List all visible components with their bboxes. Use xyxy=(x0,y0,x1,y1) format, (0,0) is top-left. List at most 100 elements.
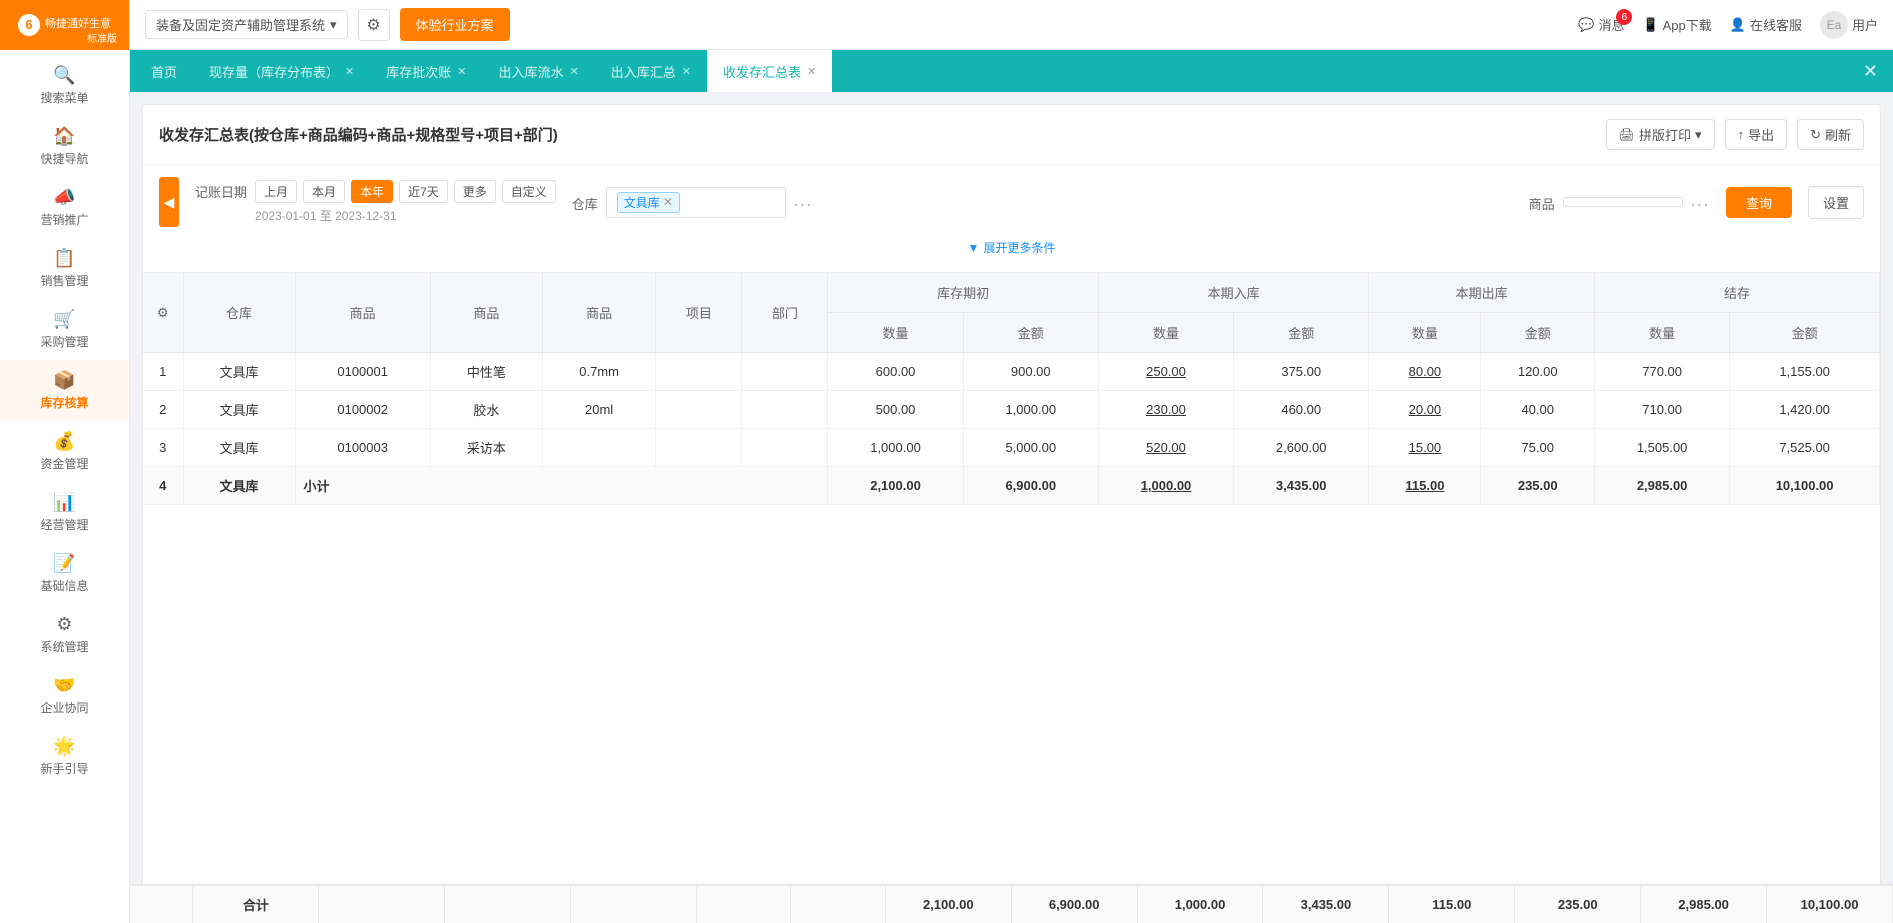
th-settings[interactable]: ⚙ xyxy=(143,273,183,353)
tab-home[interactable]: 首页 xyxy=(135,50,193,92)
message-button[interactable]: 💬 消息 6 xyxy=(1578,15,1624,34)
warehouse-filter-label: 仓库 xyxy=(572,192,598,213)
row-out-qty[interactable]: 20.00 xyxy=(1369,391,1481,429)
sidebar-item-label: 基础信息 xyxy=(40,577,88,594)
sidebar-item-business[interactable]: 📊 经营管理 xyxy=(0,482,129,543)
date-btn-custom[interactable]: 自定义 xyxy=(502,180,556,203)
app-download-label: App下载 xyxy=(1663,15,1712,34)
table-footer: 合计 2,100.00 6,900.00 1,000.00 3,435.00 1… xyxy=(130,884,1893,923)
sidebar-item-sales[interactable]: 📋 销售管理 xyxy=(0,238,129,299)
user-button[interactable]: Ea 用户 xyxy=(1820,11,1878,39)
row-name: 胶水 xyxy=(430,391,542,429)
filter-row-main: ◀ 记账日期 上月 本月 本年 近7天 更多 自定义 2023-01-01 至 … xyxy=(159,177,1864,227)
refresh-button[interactable]: ↻ 刷新 xyxy=(1797,119,1864,150)
sidebar-item-basic[interactable]: 📝 基础信息 xyxy=(0,543,129,604)
gear-button[interactable]: ⚙ xyxy=(358,9,390,41)
th-name: 商品 xyxy=(430,273,542,353)
subtotal-out-qty[interactable]: 115.00 xyxy=(1369,467,1481,505)
filter-toggle-button[interactable]: ◀ xyxy=(159,177,179,227)
row-in-qty[interactable]: 250.00 xyxy=(1098,353,1233,391)
tab-inout-flow[interactable]: 出入库流水 ✕ xyxy=(482,50,594,92)
date-btn-last-month[interactable]: 上月 xyxy=(255,180,297,203)
page-header: 收发存汇总表(按仓库+商品编码+商品+规格型号+项目+部门) 🖨 拼版打印 ▾ … xyxy=(143,105,1880,165)
row-out-amt: 75.00 xyxy=(1481,429,1595,467)
date-btn-7days[interactable]: 近7天 xyxy=(399,180,448,203)
business-icon: 📊 xyxy=(53,492,75,513)
tab-inout-summary[interactable]: 出入库汇总 ✕ xyxy=(595,50,707,92)
date-btn-this-year[interactable]: 本年 xyxy=(351,180,393,203)
warehouse-more-dots[interactable]: ... xyxy=(794,193,813,211)
inventory-icon: 📦 xyxy=(53,370,75,391)
th-bal-qty: 数量 xyxy=(1595,313,1730,353)
row-bal-amt: 7,525.00 xyxy=(1730,429,1880,467)
newbie-icon: 🌟 xyxy=(53,736,75,757)
row-index: 1 xyxy=(143,353,183,391)
subtotal-index: 4 xyxy=(143,467,183,505)
footer-total-out-qty: 115.00 xyxy=(1389,886,1515,923)
tab-recv-send[interactable]: 收发存汇总表 ✕ xyxy=(707,50,832,92)
row-out-qty[interactable]: 15.00 xyxy=(1369,429,1481,467)
sidebar-item-finance[interactable]: 💰 资金管理 xyxy=(0,421,129,482)
row-init-amt: 900.00 xyxy=(963,353,1098,391)
sidebar-item-search[interactable]: 🔍 搜索菜单 xyxy=(0,55,129,116)
tab-inout-summary-close[interactable]: ✕ xyxy=(682,65,691,78)
tab-batch-close[interactable]: ✕ xyxy=(457,65,466,78)
sidebar-item-corp[interactable]: 🤝 企业协同 xyxy=(0,665,129,726)
row-init-qty: 500.00 xyxy=(828,391,963,429)
system-title-dropdown[interactable]: 装备及固定资产辅助管理系统 ▾ xyxy=(145,10,348,39)
expand-more-filters-button[interactable]: ▼ 展开更多条件 xyxy=(968,235,1056,260)
row-in-qty[interactable]: 230.00 xyxy=(1098,391,1233,429)
row-out-qty[interactable]: 80.00 xyxy=(1369,353,1481,391)
row-in-amt: 375.00 xyxy=(1234,353,1369,391)
sidebar-item-newbie[interactable]: 🌟 新手引导 xyxy=(0,726,129,787)
sidebar-item-marketing[interactable]: 📣 营销推广 xyxy=(0,177,129,238)
export-button[interactable]: ↑ 导出 xyxy=(1725,119,1788,150)
warehouse-filter: 仓库 文具库 ✕ ... xyxy=(572,187,1513,218)
try-button[interactable]: 体验行业方案 xyxy=(400,8,510,41)
search-button[interactable]: 查询 xyxy=(1726,187,1792,218)
tab-stock-dist-label: 现存量（库存分布表） xyxy=(209,62,339,81)
sidebar-item-system[interactable]: ⚙ 系统管理 xyxy=(0,604,129,665)
warehouse-input[interactable]: 文具库 ✕ xyxy=(606,187,786,218)
filter-setting-button[interactable]: 设置 xyxy=(1808,186,1864,219)
warehouse-tag[interactable]: 文具库 ✕ xyxy=(617,192,680,213)
subtotal-warehouse: 文具库 xyxy=(183,467,295,505)
subtotal-in-qty[interactable]: 1,000.00 xyxy=(1098,467,1233,505)
th-bal-amt: 金额 xyxy=(1730,313,1880,353)
print-button[interactable]: 🖨 拼版打印 ▾ xyxy=(1606,119,1715,150)
goods-more-dots[interactable]: ... xyxy=(1691,193,1710,211)
goods-input[interactable] xyxy=(1563,197,1683,207)
app-download-button[interactable]: 📱 App下载 xyxy=(1642,15,1711,34)
row-out-amt: 120.00 xyxy=(1481,353,1595,391)
row-bal-qty: 1,505.00 xyxy=(1595,429,1730,467)
tab-recv-send-close[interactable]: ✕ xyxy=(807,65,816,78)
footer-empty5 xyxy=(697,886,791,923)
filter-area: ◀ 记账日期 上月 本月 本年 近7天 更多 自定义 2023-01-01 至 … xyxy=(143,165,1880,273)
sidebar-item-label: 搜索菜单 xyxy=(40,89,88,106)
sidebar-item-quick-nav[interactable]: 🏠 快捷导航 xyxy=(0,116,129,177)
row-bal-amt: 1,420.00 xyxy=(1730,391,1880,429)
search-icon: 🔍 xyxy=(53,65,75,86)
user-label: 用户 xyxy=(1852,15,1878,34)
subtotal-row: 4 文具库 小计 2,100.00 6,900.00 1,000.00 3,43… xyxy=(143,467,1880,505)
row-project xyxy=(656,429,742,467)
purchase-icon: 🛒 xyxy=(53,309,75,330)
row-dept xyxy=(742,429,828,467)
row-in-qty[interactable]: 520.00 xyxy=(1098,429,1233,467)
warehouse-tag-close[interactable]: ✕ xyxy=(663,195,673,209)
close-all-tabs-button[interactable]: ✕ xyxy=(1853,61,1888,82)
row-init-amt: 1,000.00 xyxy=(963,391,1098,429)
date-btn-more[interactable]: 更多 xyxy=(454,180,496,203)
message-badge: 6 xyxy=(1616,9,1632,25)
tab-inout-flow-close[interactable]: ✕ xyxy=(570,65,579,78)
subtotal-in-amt: 3,435.00 xyxy=(1234,467,1369,505)
online-service-button[interactable]: 👤 在线客服 xyxy=(1730,15,1802,34)
sidebar-item-purchase[interactable]: 🛒 采购管理 xyxy=(0,299,129,360)
date-btn-this-month[interactable]: 本月 xyxy=(303,180,345,203)
tab-batch[interactable]: 库存批次账 ✕ xyxy=(370,50,482,92)
th-in-stock: 本期入库 xyxy=(1098,273,1368,313)
sidebar-item-label: 快捷导航 xyxy=(40,150,88,167)
tab-stock-dist-close[interactable]: ✕ xyxy=(345,65,354,78)
sidebar-item-inventory[interactable]: 📦 库存核算 xyxy=(0,360,129,421)
tab-stock-dist[interactable]: 现存量（库存分布表） ✕ xyxy=(193,50,370,92)
